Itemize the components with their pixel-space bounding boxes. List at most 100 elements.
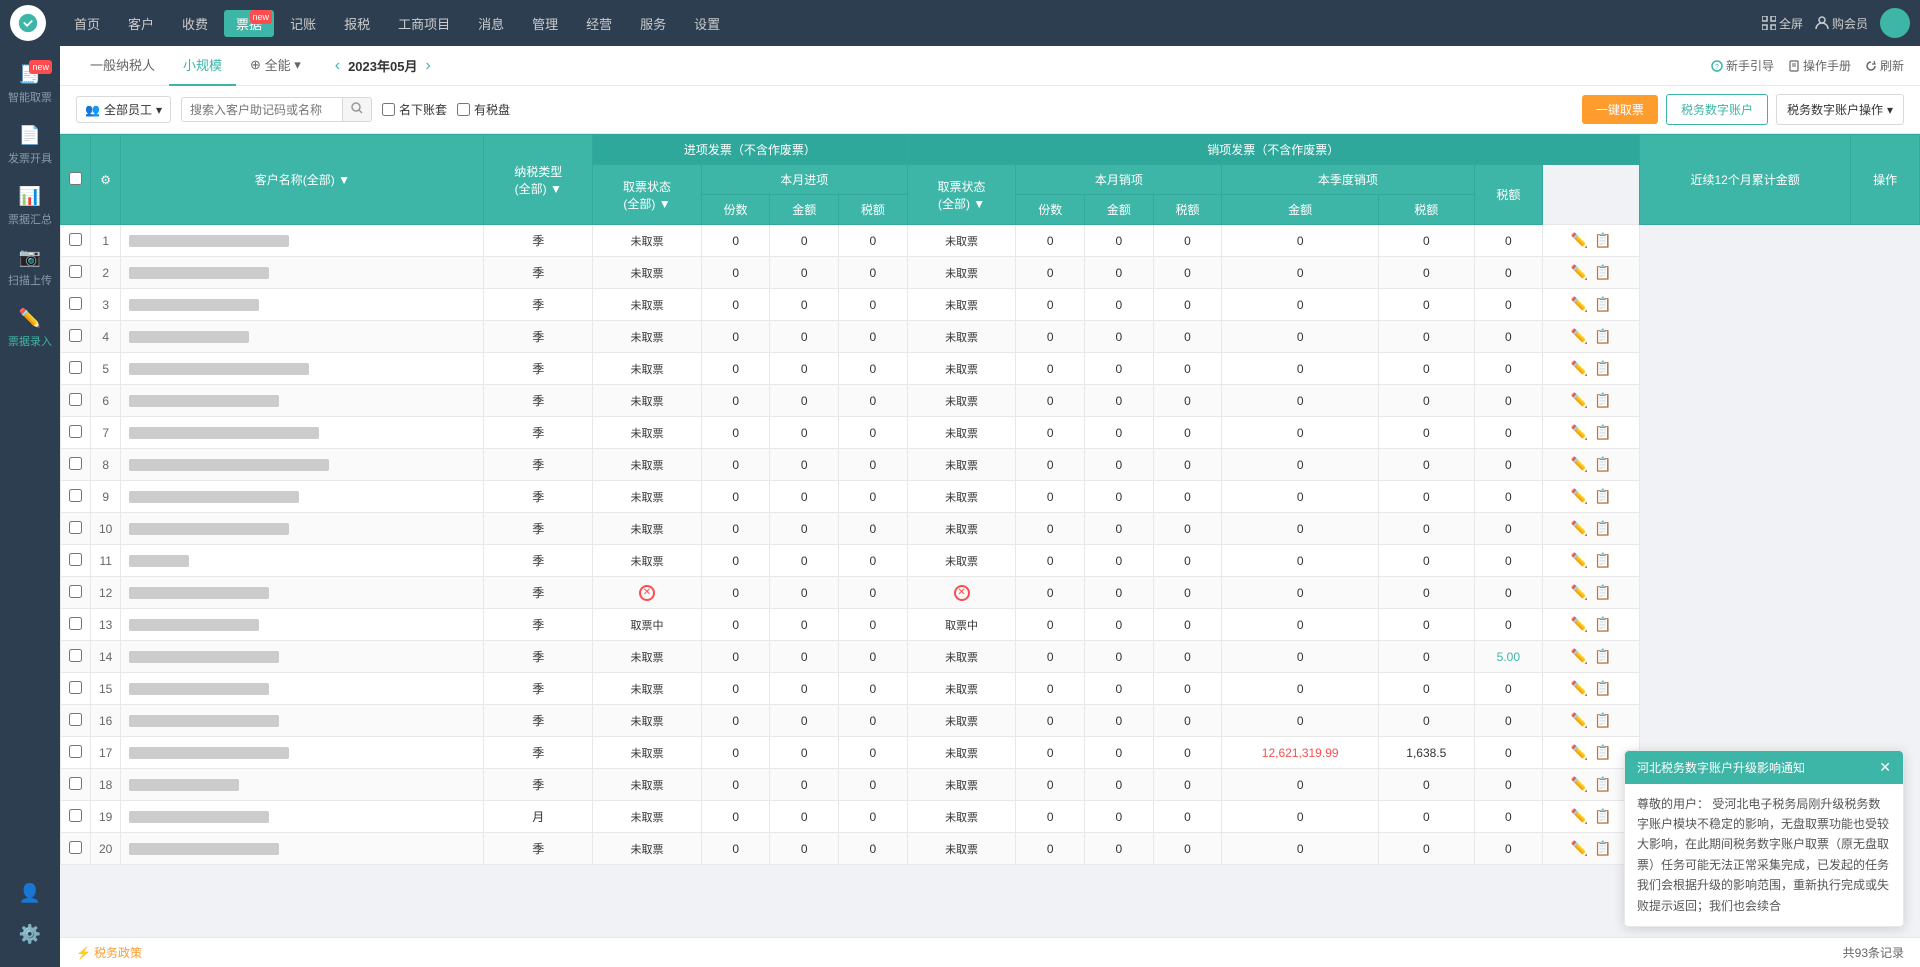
row-checkbox[interactable] <box>69 617 82 630</box>
row-checkbox[interactable] <box>69 745 82 758</box>
row-checkbox[interactable] <box>69 809 82 822</box>
digital-account-ops-button[interactable]: 税务数字账户操作 ▾ <box>1776 94 1904 125</box>
nav-message[interactable]: 消息 <box>466 10 516 37</box>
copy-button[interactable]: 📋 <box>1594 424 1611 441</box>
row-checkbox[interactable] <box>69 777 82 790</box>
edit-button[interactable]: ✏️ <box>1571 424 1588 441</box>
copy-button[interactable]: 📋 <box>1594 648 1611 665</box>
edit-button[interactable]: ✏️ <box>1571 488 1588 505</box>
row-checkbox[interactable] <box>69 521 82 534</box>
has-taxdisk-checkbox[interactable]: 有税盘 <box>457 101 510 118</box>
manual-button[interactable]: 操作手册 <box>1788 57 1851 74</box>
edit-button[interactable]: ✏️ <box>1571 808 1588 825</box>
copy-button[interactable]: 📋 <box>1594 264 1611 281</box>
select-all-checkbox[interactable] <box>69 172 82 185</box>
fullscreen-button[interactable]: 全屏 <box>1762 15 1803 32</box>
edit-button[interactable]: ✏️ <box>1571 648 1588 665</box>
copy-button[interactable]: 📋 <box>1594 808 1611 825</box>
copy-button[interactable]: 📋 <box>1594 456 1611 473</box>
cumulative-link[interactable]: 5.00 <box>1497 650 1520 664</box>
edit-button[interactable]: ✏️ <box>1571 296 1588 313</box>
nav-tax[interactable]: 报税 <box>332 10 382 37</box>
row-checkbox[interactable] <box>69 233 82 246</box>
nav-business[interactable]: 工商项目 <box>386 10 462 37</box>
nav-home[interactable]: 首页 <box>62 10 112 37</box>
row-checkbox[interactable] <box>69 553 82 566</box>
sidebar-settings-icon[interactable]: ⚙️ <box>15 914 45 955</box>
edit-button[interactable]: ✏️ <box>1571 328 1588 345</box>
edit-button[interactable]: ✏️ <box>1571 552 1588 569</box>
one-click-ticket-button[interactable]: 一键取票 <box>1582 95 1658 124</box>
nav-ticket[interactable]: 票据 new <box>224 10 274 37</box>
copy-button[interactable]: 📋 <box>1594 680 1611 697</box>
edit-button[interactable]: ✏️ <box>1571 520 1588 537</box>
row-checkbox[interactable] <box>69 393 82 406</box>
tab-all[interactable]: ⊕ 全能 ▾ <box>236 46 315 86</box>
new-guide-button[interactable]: ? 新手引导 <box>1711 57 1774 74</box>
digital-account-button[interactable]: 税务数字账户 <box>1666 94 1768 125</box>
sidebar-item-invoice-open[interactable]: 📄 发票开具 <box>0 115 60 176</box>
sidebar-item-ticket-summary[interactable]: 📊 票据汇总 <box>0 176 60 237</box>
sidebar-item-scan-upload[interactable]: 📷 扫描上传 <box>0 237 60 298</box>
copy-button[interactable]: 📋 <box>1594 392 1611 409</box>
copy-button[interactable]: 📋 <box>1594 488 1611 505</box>
copy-button[interactable]: 📋 <box>1594 232 1611 249</box>
nav-billing[interactable]: 收费 <box>170 10 220 37</box>
period-prev-button[interactable]: ‹ <box>335 57 340 75</box>
copy-button[interactable]: 📋 <box>1594 616 1611 633</box>
edit-button[interactable]: ✏️ <box>1571 232 1588 249</box>
copy-button[interactable]: 📋 <box>1594 840 1611 857</box>
search-button[interactable] <box>342 98 371 121</box>
nav-settings[interactable]: 设置 <box>682 10 732 37</box>
refresh-button[interactable]: 刷新 <box>1865 57 1904 74</box>
period-next-button[interactable]: › <box>425 57 430 75</box>
edit-button[interactable]: ✏️ <box>1571 584 1588 601</box>
sub-account-checkbox[interactable]: 名下账套 <box>382 101 447 118</box>
row-checkbox[interactable] <box>69 425 82 438</box>
row-checkbox[interactable] <box>69 489 82 502</box>
edit-button[interactable]: ✏️ <box>1571 392 1588 409</box>
sidebar-user-icon[interactable]: 👤 <box>15 873 45 914</box>
edit-button[interactable]: ✏️ <box>1571 744 1588 761</box>
row-checkbox[interactable] <box>69 649 82 662</box>
copy-button[interactable]: 📋 <box>1594 552 1611 569</box>
notification-close-button[interactable]: ✕ <box>1879 759 1891 776</box>
edit-button[interactable]: ✏️ <box>1571 360 1588 377</box>
row-checkbox[interactable] <box>69 713 82 726</box>
sidebar-item-smart-ticket[interactable]: new 🧾 智能取票 <box>0 54 60 115</box>
edit-button[interactable]: ✏️ <box>1571 712 1588 729</box>
nav-bookkeep[interactable]: 记账 <box>278 10 328 37</box>
edit-button[interactable]: ✏️ <box>1571 840 1588 857</box>
tab-general-taxpayer[interactable]: 一般纳税人 <box>76 46 169 86</box>
copy-button[interactable]: 📋 <box>1594 744 1611 761</box>
copy-button[interactable]: 📋 <box>1594 520 1611 537</box>
nav-manage[interactable]: 管理 <box>520 10 570 37</box>
copy-button[interactable]: 📋 <box>1594 712 1611 729</box>
copy-button[interactable]: 📋 <box>1594 360 1611 377</box>
nav-operation[interactable]: 经营 <box>574 10 624 37</box>
row-checkbox[interactable] <box>69 329 82 342</box>
member-button[interactable]: 购会员 <box>1815 15 1868 32</box>
row-checkbox[interactable] <box>69 297 82 310</box>
edit-button[interactable]: ✏️ <box>1571 776 1588 793</box>
nav-service[interactable]: 服务 <box>628 10 678 37</box>
employee-select[interactable]: 👥 全部员工 ▾ <box>76 96 171 123</box>
row-checkbox[interactable] <box>69 265 82 278</box>
copy-button[interactable]: 📋 <box>1594 584 1611 601</box>
row-checkbox[interactable] <box>69 361 82 374</box>
row-checkbox[interactable] <box>69 841 82 854</box>
tax-policy-link[interactable]: ⚡ 税务政策 <box>76 944 142 961</box>
search-input[interactable] <box>182 99 342 121</box>
user-avatar[interactable] <box>1880 8 1910 38</box>
edit-button[interactable]: ✏️ <box>1571 616 1588 633</box>
nav-client[interactable]: 客户 <box>116 10 166 37</box>
copy-button[interactable]: 📋 <box>1594 328 1611 345</box>
edit-button[interactable]: ✏️ <box>1571 264 1588 281</box>
edit-button[interactable]: ✏️ <box>1571 680 1588 697</box>
tab-small-scale[interactable]: 小规模 <box>169 46 236 86</box>
copy-button[interactable]: 📋 <box>1594 776 1611 793</box>
edit-button[interactable]: ✏️ <box>1571 456 1588 473</box>
row-checkbox[interactable] <box>69 457 82 470</box>
sidebar-item-ticket-entry[interactable]: ✏️ 票据录入 <box>0 298 60 359</box>
app-logo[interactable] <box>10 5 46 41</box>
